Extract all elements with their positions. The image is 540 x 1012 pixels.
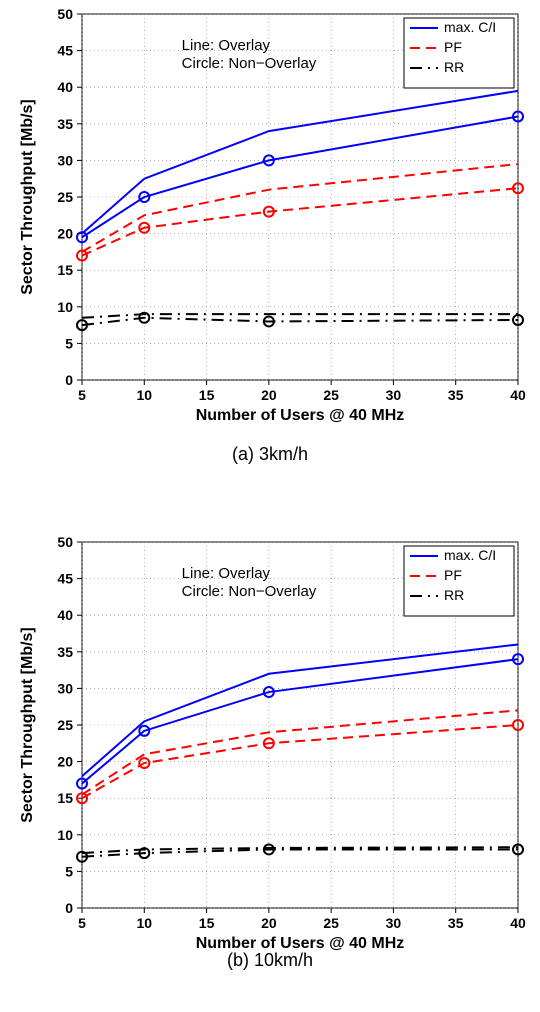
svg-text:30: 30 <box>57 152 73 168</box>
svg-text:30: 30 <box>386 387 402 403</box>
svg-text:30: 30 <box>386 915 402 931</box>
svg-text:5: 5 <box>65 335 73 351</box>
annotation-line: Line: Overlay <box>182 37 271 54</box>
svg-text:15: 15 <box>199 915 215 931</box>
chart-b-svg: 51015202530354005101520253035404550Numbe… <box>12 532 528 964</box>
svg-text:15: 15 <box>57 790 73 806</box>
svg-text:30: 30 <box>57 680 73 696</box>
caption-a: (a) 3km/h <box>12 444 528 465</box>
legend-label: PF <box>444 567 462 583</box>
svg-text:25: 25 <box>57 189 73 205</box>
svg-text:50: 50 <box>57 534 73 550</box>
svg-text:35: 35 <box>57 116 73 132</box>
annotation-line: Circle: Non−Overlay <box>182 583 317 600</box>
svg-text:35: 35 <box>57 644 73 660</box>
chart-a: 51015202530354005101520253035404550Numbe… <box>12 4 528 480</box>
svg-text:20: 20 <box>57 754 73 770</box>
svg-text:20: 20 <box>57 226 73 242</box>
chart-b: 51015202530354005101520253035404550Numbe… <box>12 532 528 1008</box>
svg-text:0: 0 <box>65 900 73 916</box>
svg-text:25: 25 <box>323 387 339 403</box>
svg-text:40: 40 <box>57 607 73 623</box>
svg-text:45: 45 <box>57 571 73 587</box>
legend-label: PF <box>444 39 462 55</box>
legend-label: RR <box>444 587 464 603</box>
svg-text:15: 15 <box>57 262 73 278</box>
svg-text:15: 15 <box>199 387 215 403</box>
svg-text:50: 50 <box>57 6 73 22</box>
svg-text:40: 40 <box>57 79 73 95</box>
y-axis-label: Sector Throughput [Mb/s] <box>19 627 36 823</box>
svg-text:5: 5 <box>78 915 86 931</box>
annotation-line: Circle: Non−Overlay <box>182 55 317 72</box>
svg-text:25: 25 <box>323 915 339 931</box>
svg-text:10: 10 <box>136 915 152 931</box>
svg-text:40: 40 <box>510 387 526 403</box>
annotation-line: Line: Overlay <box>182 565 271 582</box>
svg-text:0: 0 <box>65 372 73 388</box>
svg-text:35: 35 <box>448 915 464 931</box>
legend-label: max. C/I <box>444 19 496 35</box>
legend-label: max. C/I <box>444 547 496 563</box>
svg-text:25: 25 <box>57 717 73 733</box>
legend-label: RR <box>444 59 464 75</box>
svg-text:10: 10 <box>57 827 73 843</box>
svg-text:20: 20 <box>261 387 277 403</box>
caption-b: (b) 10km/h <box>12 950 528 971</box>
svg-text:5: 5 <box>65 863 73 879</box>
svg-text:20: 20 <box>261 915 277 931</box>
svg-text:45: 45 <box>57 43 73 59</box>
svg-text:5: 5 <box>78 387 86 403</box>
svg-text:10: 10 <box>136 387 152 403</box>
chart-a-svg: 51015202530354005101520253035404550Numbe… <box>12 4 528 436</box>
x-axis-label: Number of Users @ 40 MHz <box>196 407 405 424</box>
svg-text:35: 35 <box>448 387 464 403</box>
svg-text:10: 10 <box>57 299 73 315</box>
page: { "chart_data": [ { "id": "a", "type": "… <box>0 0 540 1012</box>
svg-text:40: 40 <box>510 915 526 931</box>
y-axis-label: Sector Throughput [Mb/s] <box>19 99 36 295</box>
